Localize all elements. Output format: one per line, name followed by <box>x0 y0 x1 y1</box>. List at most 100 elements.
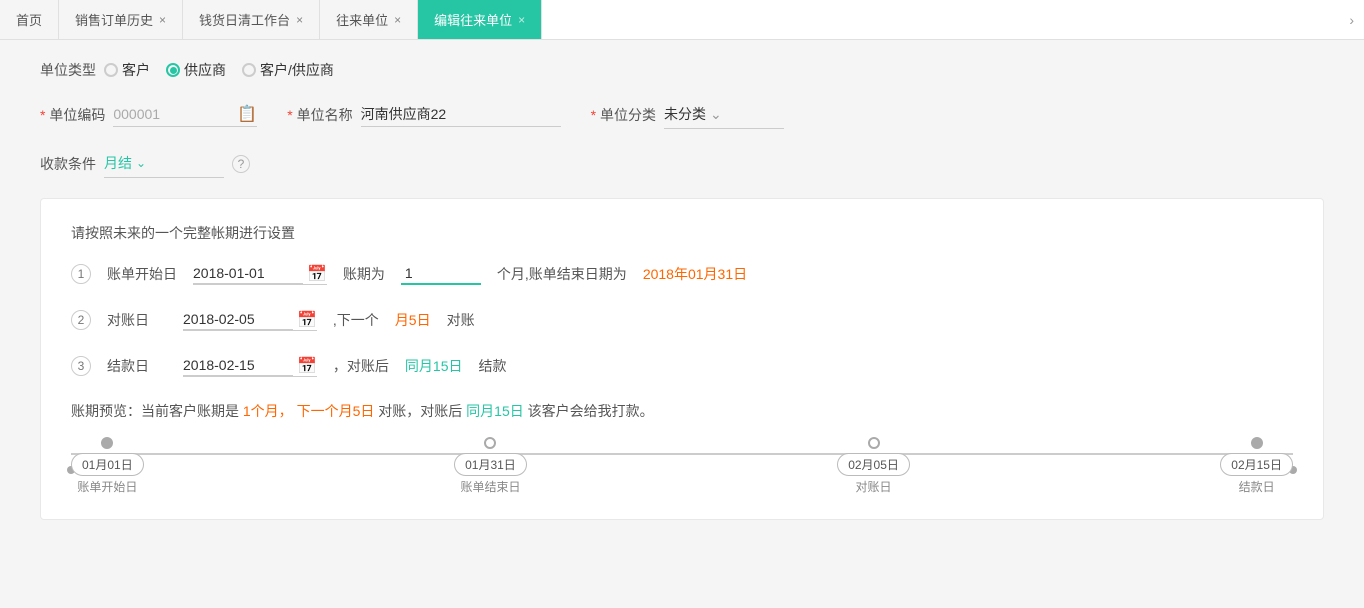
reconcile-highlight: 月5日 <box>395 310 431 330</box>
tl-node-2: 01月31日 账单结束日 <box>454 437 527 495</box>
preview-section: 账期预览：当前客户账期是 1个月， 下一个月5日 对账，对账后 同月15日 该客… <box>71 401 1293 421</box>
tab-cash-workbench-label: 钱货日清工作台 <box>199 10 290 29</box>
tl-node-3: 02月05日 对账日 <box>837 437 910 495</box>
payment-date-calendar-icon[interactable]: 📅 <box>297 356 317 376</box>
setting-row-2: 2 对账日 📅 ,下一个 月5日 对账 <box>71 309 1293 331</box>
reconcile-desc-1: ,下一个 <box>333 310 379 330</box>
tab-home[interactable]: 首页 <box>0 0 59 39</box>
tl-badge-3: 02月05日 <box>837 453 910 476</box>
period-desc-prefix: 账期为 <box>343 264 385 284</box>
month-input[interactable] <box>401 263 481 285</box>
radio-supplier[interactable]: 供应商 <box>166 60 226 80</box>
tl-badge-1: 01月01日 <box>71 453 144 476</box>
timeline: 01月01日 账单开始日 01月31日 账单结束日 02月05日 对账日 02月… <box>71 437 1293 495</box>
tl-label-3: 对账日 <box>856 478 892 495</box>
start-date-calendar-icon[interactable]: 📅 <box>307 264 327 284</box>
row-num-2: 2 <box>71 310 91 330</box>
payment-terms-help[interactable]: ? <box>232 155 250 173</box>
unit-type-row: 单位类型 客户 供应商 客户/供应商 <box>40 60 1324 80</box>
payment-terms-label: 收款条件 <box>40 154 96 174</box>
unit-name-label: 单位名称 <box>287 105 352 125</box>
preview-payment-date: 同月15日 <box>466 403 524 419</box>
card-title: 请按照未来的一个完整帐期进行设置 <box>71 223 1293 243</box>
payment-terms-arrow: ⌄ <box>136 156 146 170</box>
tl-badge-2: 01月31日 <box>454 453 527 476</box>
unit-fields-row: 单位编码 📋 单位名称 单位分类 未分类 ⌄ <box>40 100 1324 129</box>
tab-partner-units[interactable]: 往来单位 × <box>320 0 418 39</box>
unit-code-input-wrapper: 📋 <box>113 102 257 127</box>
period-end-date: 2018年01月31日 <box>643 264 747 284</box>
preview-reconcile-date: 下一个月5日 <box>297 403 375 419</box>
tl-dot-1 <box>101 437 113 449</box>
period-settings-card: 请按照未来的一个完整帐期进行设置 1 账单开始日 📅 账期为 个月,账单结束日期… <box>40 198 1324 520</box>
payment-highlight: 同月15日 <box>405 356 463 376</box>
reconcile-desc-2: 对账 <box>447 310 475 330</box>
unit-type-label: 单位类型 <box>40 60 96 80</box>
preview-reconcile-text: 对账，对账后 <box>378 403 462 419</box>
tl-dot-3 <box>868 437 880 449</box>
start-date-input-wrapper: 📅 <box>193 263 327 285</box>
page-content: 单位类型 客户 供应商 客户/供应商 单位编码 <box>0 40 1364 608</box>
radio-both-circle <box>242 63 256 77</box>
tab-sales-history[interactable]: 销售订单历史 × <box>59 0 183 39</box>
tab-edit-partner[interactable]: 编辑往来单位 × <box>418 0 542 39</box>
tab-partner-units-close[interactable]: × <box>394 13 401 27</box>
tab-edit-partner-close[interactable]: × <box>518 13 525 27</box>
preview-label: 账期预览：当前客户账期是 <box>71 403 239 419</box>
payment-terms-value: 月结 <box>104 153 132 173</box>
payment-desc-2: 结款 <box>479 356 507 376</box>
payment-terms-row: 收款条件 月结 ⌄ ? <box>40 149 1324 178</box>
unit-name-input[interactable] <box>361 102 561 127</box>
unit-category-select[interactable]: 未分类 ⌄ <box>664 100 784 129</box>
tl-label-2: 账单结束日 <box>460 478 520 495</box>
reconcile-date-input-wrapper: 📅 <box>183 309 317 331</box>
radio-both-label: 客户/供应商 <box>260 60 334 80</box>
payment-terms-group: 收款条件 月结 ⌄ ? <box>40 149 250 178</box>
tabs-bar: 首页 销售订单历史 × 钱货日清工作台 × 往来单位 × 编辑往来单位 × › <box>0 0 1364 40</box>
tl-node-1: 01月01日 账单开始日 <box>71 437 144 495</box>
unit-code-group: 单位编码 📋 <box>40 102 257 127</box>
tab-partner-units-label: 往来单位 <box>336 10 388 29</box>
unit-code-copy-icon[interactable]: 📋 <box>237 104 257 124</box>
tabs-arrow[interactable]: › <box>1339 0 1364 39</box>
unit-type-group: 单位类型 客户 供应商 客户/供应商 <box>40 60 334 80</box>
tl-dot-2 <box>484 437 496 449</box>
tab-cash-workbench[interactable]: 钱货日清工作台 × <box>183 0 320 39</box>
radio-supplier-circle <box>166 63 180 77</box>
row-label-2: 对账日 <box>107 310 167 330</box>
tl-label-4: 结款日 <box>1239 478 1275 495</box>
start-date-input[interactable] <box>193 263 303 284</box>
tab-sales-history-label: 销售订单历史 <box>75 10 153 29</box>
radio-customer-circle <box>104 63 118 77</box>
unit-category-group: 单位分类 未分类 ⌄ <box>591 100 784 129</box>
payment-desc-1: ，对账后 <box>333 356 389 376</box>
payment-date-input[interactable] <box>183 355 293 376</box>
unit-code-input[interactable] <box>113 102 233 126</box>
preview-month: 1个月， <box>243 403 293 419</box>
unit-category-label: 单位分类 <box>591 105 656 125</box>
unit-code-label: 单位编码 <box>40 105 105 125</box>
tl-badge-4: 02月15日 <box>1220 453 1293 476</box>
unit-name-group: 单位名称 <box>287 102 560 127</box>
tl-label-1: 账单开始日 <box>77 478 137 495</box>
payment-date-input-wrapper: 📅 <box>183 355 317 377</box>
payment-terms-select[interactable]: 月结 ⌄ <box>104 149 224 178</box>
radio-both[interactable]: 客户/供应商 <box>242 60 334 80</box>
tab-home-label: 首页 <box>16 10 42 29</box>
tab-cash-workbench-close[interactable]: × <box>296 13 303 27</box>
unit-category-value: 未分类 <box>664 104 706 124</box>
reconcile-date-calendar-icon[interactable]: 📅 <box>297 310 317 330</box>
radio-customer-label: 客户 <box>122 60 150 80</box>
tl-dot-4 <box>1251 437 1263 449</box>
setting-row-1: 1 账单开始日 📅 账期为 个月,账单结束日期为 2018年01月31日 <box>71 263 1293 285</box>
setting-row-3: 3 结款日 📅 ，对账后 同月15日 结款 <box>71 355 1293 377</box>
row-label-3: 结款日 <box>107 356 167 376</box>
tab-sales-history-close[interactable]: × <box>159 13 166 27</box>
preview-suffix: 该客户会给我打款。 <box>528 403 654 419</box>
timeline-nodes: 01月01日 账单开始日 01月31日 账单结束日 02月05日 对账日 02月… <box>71 437 1293 495</box>
radio-customer[interactable]: 客户 <box>104 60 150 80</box>
row-num-1: 1 <box>71 264 91 284</box>
unit-category-arrow: ⌄ <box>710 106 722 123</box>
reconcile-date-input[interactable] <box>183 309 293 330</box>
radio-supplier-label: 供应商 <box>184 60 226 80</box>
